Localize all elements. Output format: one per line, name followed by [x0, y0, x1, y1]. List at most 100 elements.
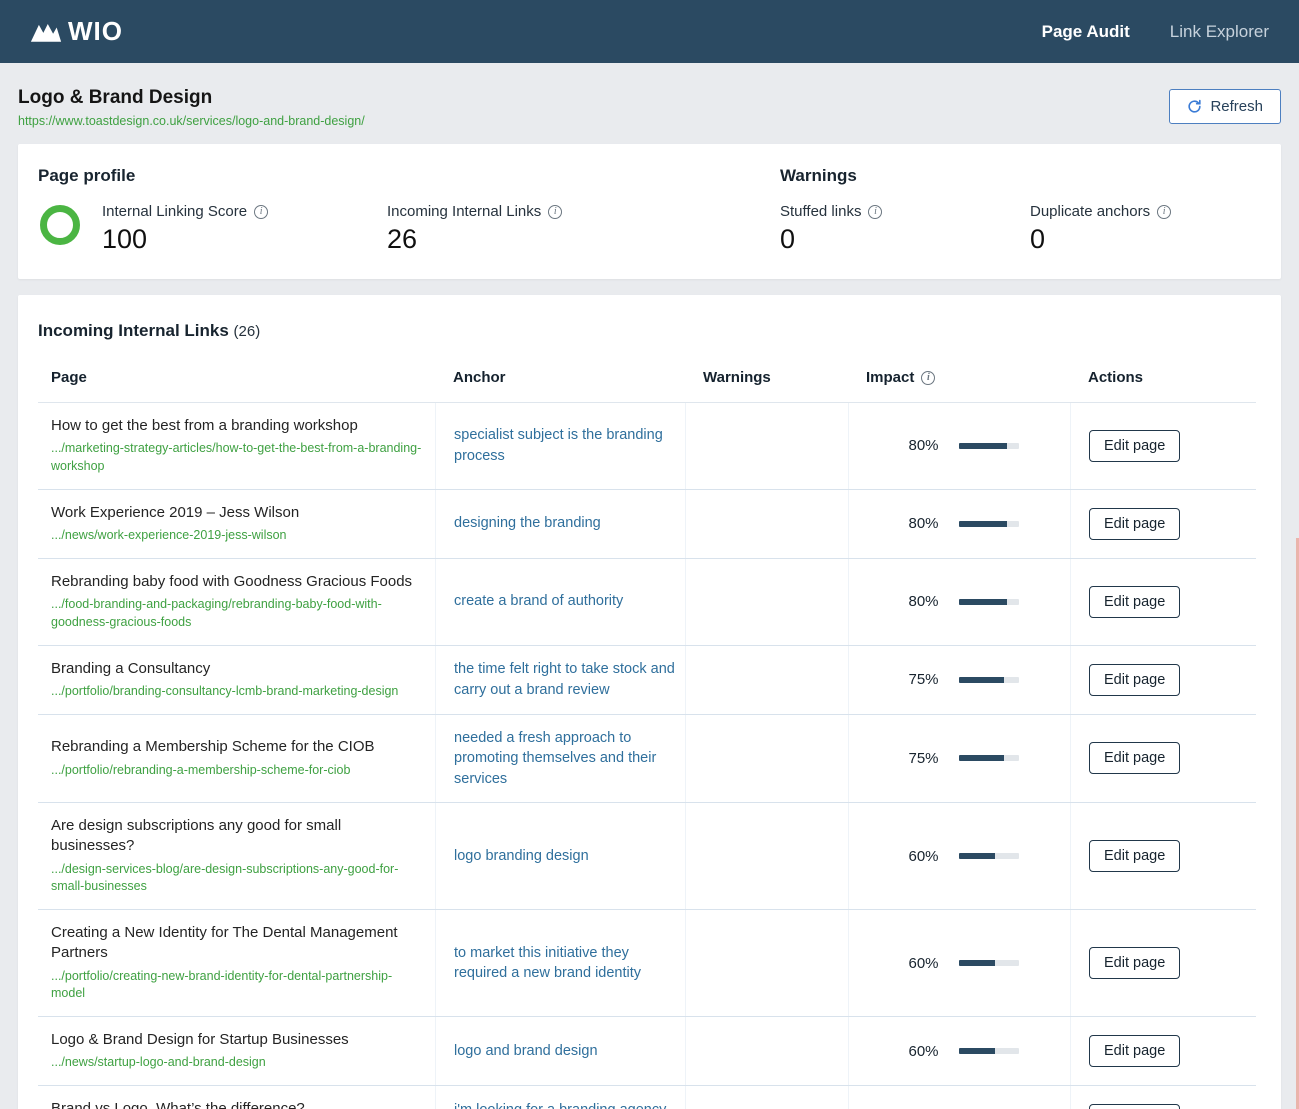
column-header-actions: Actions — [1088, 369, 1144, 386]
edit-page-button[interactable]: Edit page — [1089, 1104, 1181, 1109]
table-title: Incoming Internal Links (26) — [38, 321, 1256, 341]
warnings-cell — [685, 489, 848, 558]
warnings-cell — [685, 558, 848, 645]
impact-cell: 80% — [848, 403, 1070, 489]
edit-page-button[interactable]: Edit page — [1089, 429, 1181, 462]
warnings-cell — [685, 645, 848, 714]
impact-bar-fill — [958, 442, 1007, 449]
metric-label: Internal Linking Score — [102, 203, 248, 220]
edit-page-button[interactable]: Edit page — [1089, 947, 1181, 980]
info-icon[interactable] — [868, 204, 883, 219]
anchor-cell: specialist subject is the branding proce… — [435, 403, 685, 489]
impact-bar — [958, 442, 1019, 449]
metric-label: Duplicate anchors — [1030, 203, 1151, 220]
row-page-title: Logo & Brand Design for Startup Business… — [51, 1031, 349, 1049]
table-row: Work Experience 2019 – Jess Wilson .../n… — [38, 489, 1256, 559]
info-icon[interactable] — [921, 370, 936, 385]
table-row: How to get the best from a branding work… — [38, 403, 1256, 490]
impact-bar — [958, 1048, 1019, 1055]
info-icon[interactable] — [1157, 204, 1172, 219]
page-cell: How to get the best from a branding work… — [38, 403, 435, 489]
table-row: Are design subscriptions any good for sm… — [38, 803, 1256, 911]
row-anchor-link[interactable]: designing the branding — [454, 513, 675, 534]
impact-bar — [958, 755, 1019, 762]
impact-percent: 75% — [908, 671, 939, 688]
metric-label: Stuffed links — [780, 203, 862, 220]
warnings-title: Warnings — [780, 166, 857, 185]
impact-bar-fill — [958, 598, 1007, 605]
impact-percent: 60% — [908, 954, 939, 972]
row-anchor-link[interactable]: needed a fresh approach to promoting the… — [454, 728, 675, 790]
row-anchor-link[interactable]: to market this initiative they required … — [454, 943, 675, 984]
nav-link-explorer[interactable]: Link Explorer — [1170, 22, 1269, 42]
impact-bar — [958, 960, 1019, 967]
edit-page-button[interactable]: Edit page — [1089, 1035, 1181, 1068]
row-page-title: Branding a Consultancy — [51, 659, 211, 677]
row-page-title: Brand vs Logo. What’s the difference? — [51, 1100, 305, 1109]
impact-bar-fill — [958, 853, 995, 860]
column-header-impact: Impact — [848, 363, 1070, 402]
anchor-cell: logo and brand design — [435, 1017, 685, 1086]
row-anchor-link[interactable]: logo and brand design — [454, 1041, 675, 1062]
column-header-anchor: Anchor — [453, 369, 506, 386]
metric-value: 26 — [387, 224, 418, 254]
row-page-path[interactable]: .../news/startup-logo-and-brand-design — [51, 1054, 425, 1072]
row-page-path[interactable]: .../news/work-experience-2019-jess-wilso… — [51, 527, 425, 545]
anchor-cell: create a brand of authority — [435, 558, 685, 645]
anchor-cell: to market this initiative they required … — [435, 910, 685, 1017]
row-page-title: Work Experience 2019 – Jess Wilson — [51, 503, 300, 521]
row-anchor-link[interactable]: i'm looking for a branding agency to cre… — [454, 1100, 675, 1109]
table-title-text: Incoming Internal Links — [38, 321, 229, 340]
row-anchor-link[interactable]: create a brand of authority — [454, 591, 675, 612]
impact-cell: 50% — [848, 1086, 1070, 1109]
nav-page-audit[interactable]: Page Audit — [1042, 22, 1130, 42]
edit-page-button[interactable]: Edit page — [1089, 840, 1181, 873]
page-title: Logo & Brand Design — [18, 87, 213, 108]
impact-cell: 75% — [848, 645, 1070, 714]
actions-cell: Edit page — [1070, 645, 1256, 714]
edit-page-button[interactable]: Edit page — [1089, 663, 1181, 696]
refresh-button[interactable]: Refresh — [1169, 89, 1281, 124]
table-header: Page Anchor Warnings Impact Actions — [38, 363, 1256, 403]
impact-bar — [958, 676, 1019, 683]
profile-left: Page profile Internal Linking Score 100 — [38, 166, 780, 255]
warnings-cell — [685, 803, 848, 910]
impact-cell: 80% — [848, 489, 1070, 558]
actions-cell: Edit page — [1070, 714, 1256, 803]
table-row: Brand vs Logo. What’s the difference? ..… — [38, 1086, 1256, 1109]
actions-cell: Edit page — [1070, 1017, 1256, 1086]
row-page-path[interactable]: .../marketing-strategy-articles/how-to-g… — [51, 440, 425, 476]
anchor-cell: designing the branding — [435, 489, 685, 558]
refresh-label: Refresh — [1210, 98, 1263, 115]
row-anchor-link[interactable]: specialist subject is the branding proce… — [454, 425, 675, 466]
row-page-path[interactable]: .../design-services-blog/are-design-subs… — [51, 861, 425, 897]
row-anchor-link[interactable]: logo branding design — [454, 846, 675, 867]
metric-duplicate-anchors: Duplicate anchors 0 — [1030, 203, 1280, 255]
info-icon[interactable] — [548, 204, 563, 219]
info-icon[interactable] — [254, 204, 269, 219]
table-row: Rebranding a Membership Scheme for the C… — [38, 714, 1256, 804]
impact-percent: 80% — [908, 593, 939, 611]
app-header: WIO Page Audit Link Explorer — [0, 0, 1299, 63]
edit-page-button[interactable]: Edit page — [1089, 742, 1181, 775]
row-anchor-link[interactable]: the time felt right to take stock and ca… — [454, 659, 675, 700]
edit-page-button[interactable]: Edit page — [1089, 585, 1181, 618]
warnings-cell — [685, 1017, 848, 1086]
row-page-path[interactable]: .../portfolio/rebranding-a-membership-sc… — [51, 762, 425, 780]
impact-cell: 80% — [848, 558, 1070, 645]
row-page-path[interactable]: .../portfolio/creating-new-brand-identit… — [51, 968, 425, 1004]
anchor-cell: i'm looking for a branding agency to cre… — [435, 1086, 685, 1109]
impact-percent: 80% — [908, 437, 939, 455]
table-body: How to get the best from a branding work… — [38, 403, 1256, 1109]
refresh-icon — [1187, 99, 1202, 114]
column-header-page: Page — [51, 369, 87, 386]
logo[interactable]: WIO — [30, 16, 123, 47]
anchor-cell: needed a fresh approach to promoting the… — [435, 714, 685, 803]
page-url[interactable]: https://www.toastdesign.co.uk/services/l… — [18, 114, 365, 128]
page-cell: Creating a New Identity for The Dental M… — [38, 910, 435, 1016]
warnings-cell — [685, 910, 848, 1017]
metric-internal-linking-score: Internal Linking Score 100 — [102, 203, 387, 255]
row-page-path[interactable]: .../portfolio/branding-consultancy-lcmb-… — [51, 683, 425, 701]
row-page-path[interactable]: .../food-branding-and-packaging/rebrandi… — [51, 596, 425, 632]
edit-page-button[interactable]: Edit page — [1089, 507, 1181, 540]
